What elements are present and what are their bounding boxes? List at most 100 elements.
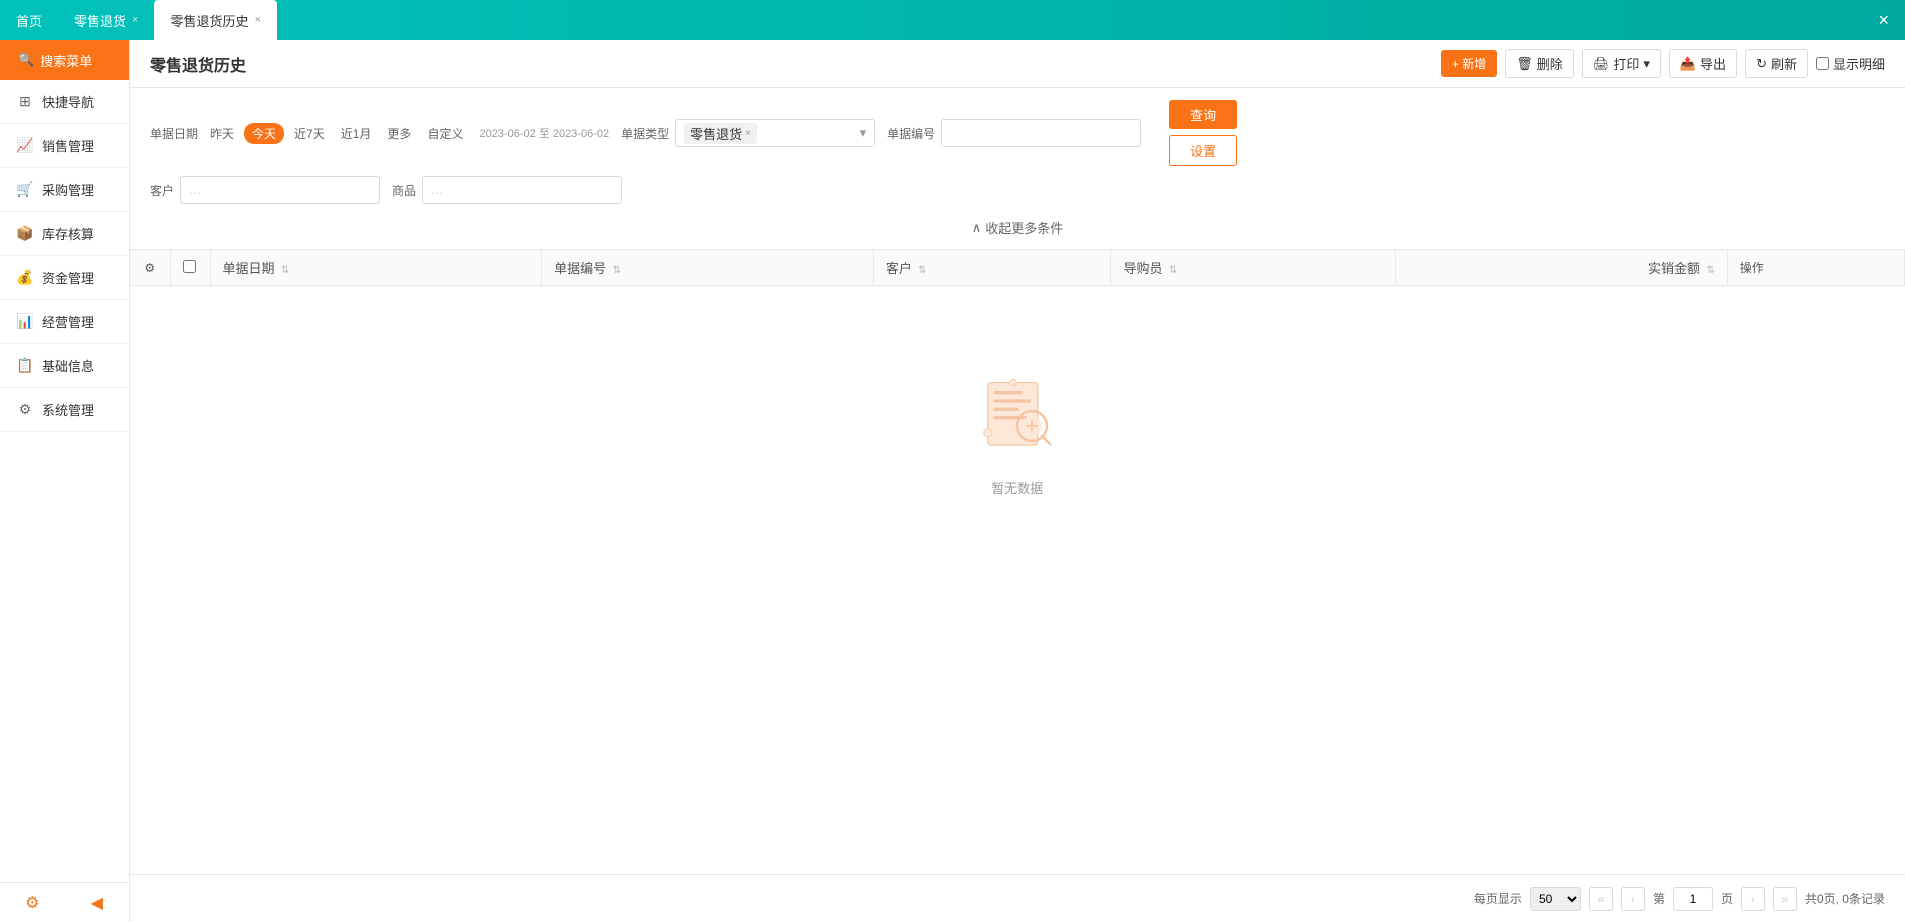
date-range-text: 2023-06-02 至 2023-06-02: [479, 125, 609, 141]
amount-sort-icon[interactable]: ⇅: [1706, 265, 1714, 276]
sidebar-icon-system: ⚙: [16, 401, 34, 419]
print-icon: 🖨: [1593, 56, 1610, 72]
table-header-row: ⚙ 单据日期 ⇅ 单据编号 ⇅ 客户: [130, 250, 1905, 286]
tab-return-history[interactable]: 零售退货历史 ×: [154, 0, 276, 40]
sidebar-label-finance: 资金管理: [42, 268, 94, 287]
page-input[interactable]: [1673, 887, 1713, 911]
tab-close-return[interactable]: ×: [132, 14, 138, 26]
more-date-button[interactable]: 更多: [381, 123, 417, 144]
type-tag-container[interactable]: 零售退货 × ▾: [675, 119, 875, 147]
sidebar: 🔍 搜索菜单 ⊞ 快捷导航 📈 销售管理 🛒 采购管理 📦 库存核算 💰 资金管…: [0, 40, 130, 922]
date-buttons: 昨天 今天 近7天 近1月 更多 自定义: [204, 123, 469, 144]
sidebar-collapse-button[interactable]: ◀: [77, 883, 117, 922]
guide-sort-icon[interactable]: ⇅: [1169, 265, 1177, 276]
show-detail-checkbox[interactable]: [1816, 57, 1829, 70]
page-suffix: 页: [1721, 890, 1733, 907]
sidebar-label-system: 系统管理: [42, 400, 94, 419]
content-area: 零售退货历史 + 新增 🗑 删除 🖨 打印 ▾ 📤 导出 ↻: [130, 40, 1905, 922]
filter-row-2: 客户 … 商品 …: [150, 176, 1885, 204]
goods-filter: 商品 …: [392, 176, 622, 204]
sidebar-label-inventory: 库存核算: [42, 224, 94, 243]
date-filter-label: 单据日期: [150, 125, 198, 142]
sidebar-item-inventory[interactable]: 📦 库存核算: [0, 212, 129, 256]
sidebar-search[interactable]: 🔍 搜索菜单: [0, 40, 129, 80]
type-tag-close[interactable]: ×: [745, 128, 751, 139]
tab-label-return-history: 零售退货历史: [170, 11, 248, 30]
refresh-icon: ↻: [1756, 56, 1767, 72]
number-column-header: 单据编号 ⇅: [542, 250, 874, 286]
date-filter: 单据日期 昨天 今天 近7天 近1月 更多 自定义 2023-06-02 至 2…: [150, 123, 609, 144]
customer-sort-icon[interactable]: ⇅: [918, 265, 926, 276]
tab-home[interactable]: 首页: [0, 0, 58, 40]
sidebar-icon-finance: 💰: [16, 269, 34, 287]
sidebar-item-system[interactable]: ⚙ 系统管理: [0, 388, 129, 432]
sidebar-item-operations[interactable]: 📊 经营管理: [0, 300, 129, 344]
date-column-header: 单据日期 ⇅: [210, 250, 542, 286]
delete-button[interactable]: 🗑 删除: [1505, 49, 1574, 78]
window-close-button[interactable]: ×: [1862, 10, 1905, 31]
sidebar-settings-button[interactable]: ⚙: [12, 883, 52, 922]
sidebar-item-finance[interactable]: 💰 资金管理: [0, 256, 129, 300]
show-detail-label[interactable]: 显示明细: [1816, 54, 1885, 73]
last-month-button[interactable]: 近1月: [335, 123, 378, 144]
goods-input-container[interactable]: …: [422, 176, 622, 204]
customer-column-header: 客户 ⇅: [873, 250, 1111, 286]
empty-text: 暂无数据: [991, 478, 1043, 497]
today-button[interactable]: 今天: [244, 123, 284, 144]
first-page-button[interactable]: «: [1589, 887, 1613, 911]
export-button[interactable]: 📤 导出: [1669, 49, 1737, 78]
collapse-button[interactable]: ∧ 收起更多条件: [150, 214, 1885, 241]
customer-input-container[interactable]: …: [180, 176, 380, 204]
sidebar-item-purchase[interactable]: 🛒 采购管理: [0, 168, 129, 212]
number-sort-icon[interactable]: ⇅: [613, 265, 621, 276]
per-page-label: 每页显示: [1474, 890, 1522, 907]
query-button[interactable]: 查询: [1169, 100, 1237, 129]
set-button[interactable]: 设置: [1169, 135, 1237, 166]
header-actions: + 新增 🗑 删除 🖨 打印 ▾ 📤 导出 ↻ 刷新: [1441, 49, 1885, 78]
sidebar-icon-inventory: 📦: [16, 225, 34, 243]
settings-column-header[interactable]: ⚙: [130, 250, 170, 286]
sidebar-label-quick-nav: 快捷导航: [42, 92, 94, 111]
last7days-button[interactable]: 近7天: [288, 123, 331, 144]
sidebar-icon-purchase: 🛒: [16, 181, 34, 199]
sidebar-label-sales: 销售管理: [42, 136, 94, 155]
page-title: 零售退货历史: [150, 52, 246, 76]
per-page-select[interactable]: 50 10 20 100: [1530, 887, 1581, 911]
next-page-button[interactable]: ›: [1741, 887, 1765, 911]
prev-page-button[interactable]: ‹: [1621, 887, 1645, 911]
type-tag-value: 零售退货: [690, 124, 742, 143]
last-page-button[interactable]: »: [1773, 887, 1797, 911]
main-layout: 🔍 搜索菜单 ⊞ 快捷导航 📈 销售管理 🛒 采购管理 📦 库存核算 💰 资金管…: [0, 40, 1905, 922]
sidebar-item-basic-info[interactable]: 📋 基础信息: [0, 344, 129, 388]
tab-return[interactable]: 零售退货 ×: [58, 0, 154, 40]
customer-placeholder: …: [189, 183, 201, 197]
sidebar-item-sales[interactable]: 📈 销售管理: [0, 124, 129, 168]
table-container: ⚙ 单据日期 ⇅ 单据编号 ⇅ 客户: [130, 250, 1905, 874]
page-prefix: 第: [1653, 890, 1665, 907]
yesterday-button[interactable]: 昨天: [204, 123, 240, 144]
goods-placeholder: …: [431, 183, 443, 197]
page-header: 零售退货历史 + 新增 🗑 删除 🖨 打印 ▾ 📤 导出 ↻: [130, 40, 1905, 88]
empty-state: 暂无数据: [130, 286, 1905, 577]
date-sort-icon[interactable]: ⇅: [281, 265, 289, 276]
tab-close-return-history[interactable]: ×: [254, 14, 260, 26]
amount-column-header: 实销金额 ⇅: [1396, 250, 1728, 286]
type-dropdown-icon[interactable]: ▾: [860, 125, 867, 141]
sidebar-nav: ⊞ 快捷导航 📈 销售管理 🛒 采购管理 📦 库存核算 💰 资金管理 📊 经营管…: [0, 80, 129, 882]
filter-row-1: 单据日期 昨天 今天 近7天 近1月 更多 自定义 2023-06-02 至 2…: [150, 100, 1885, 166]
tab-label-return: 零售退货: [74, 11, 126, 30]
export-icon: 📤: [1680, 56, 1696, 72]
empty-state-icon: [967, 366, 1067, 466]
custom-date-button[interactable]: 自定义: [421, 123, 469, 144]
customer-filter: 客户 …: [150, 176, 380, 204]
voucher-input[interactable]: [941, 119, 1141, 147]
refresh-button[interactable]: ↻ 刷新: [1745, 49, 1808, 78]
checkbox-column-header: [170, 250, 210, 286]
empty-state-row: 暂无数据: [130, 286, 1905, 578]
print-button[interactable]: 🖨 打印 ▾: [1582, 49, 1661, 78]
filter-area: 单据日期 昨天 今天 近7天 近1月 更多 自定义 2023-06-02 至 2…: [130, 88, 1905, 250]
sidebar-label-operations: 经营管理: [42, 312, 94, 331]
sidebar-item-quick-nav[interactable]: ⊞ 快捷导航: [0, 80, 129, 124]
add-button[interactable]: + 新增: [1441, 50, 1497, 77]
select-all-checkbox[interactable]: [183, 260, 196, 273]
